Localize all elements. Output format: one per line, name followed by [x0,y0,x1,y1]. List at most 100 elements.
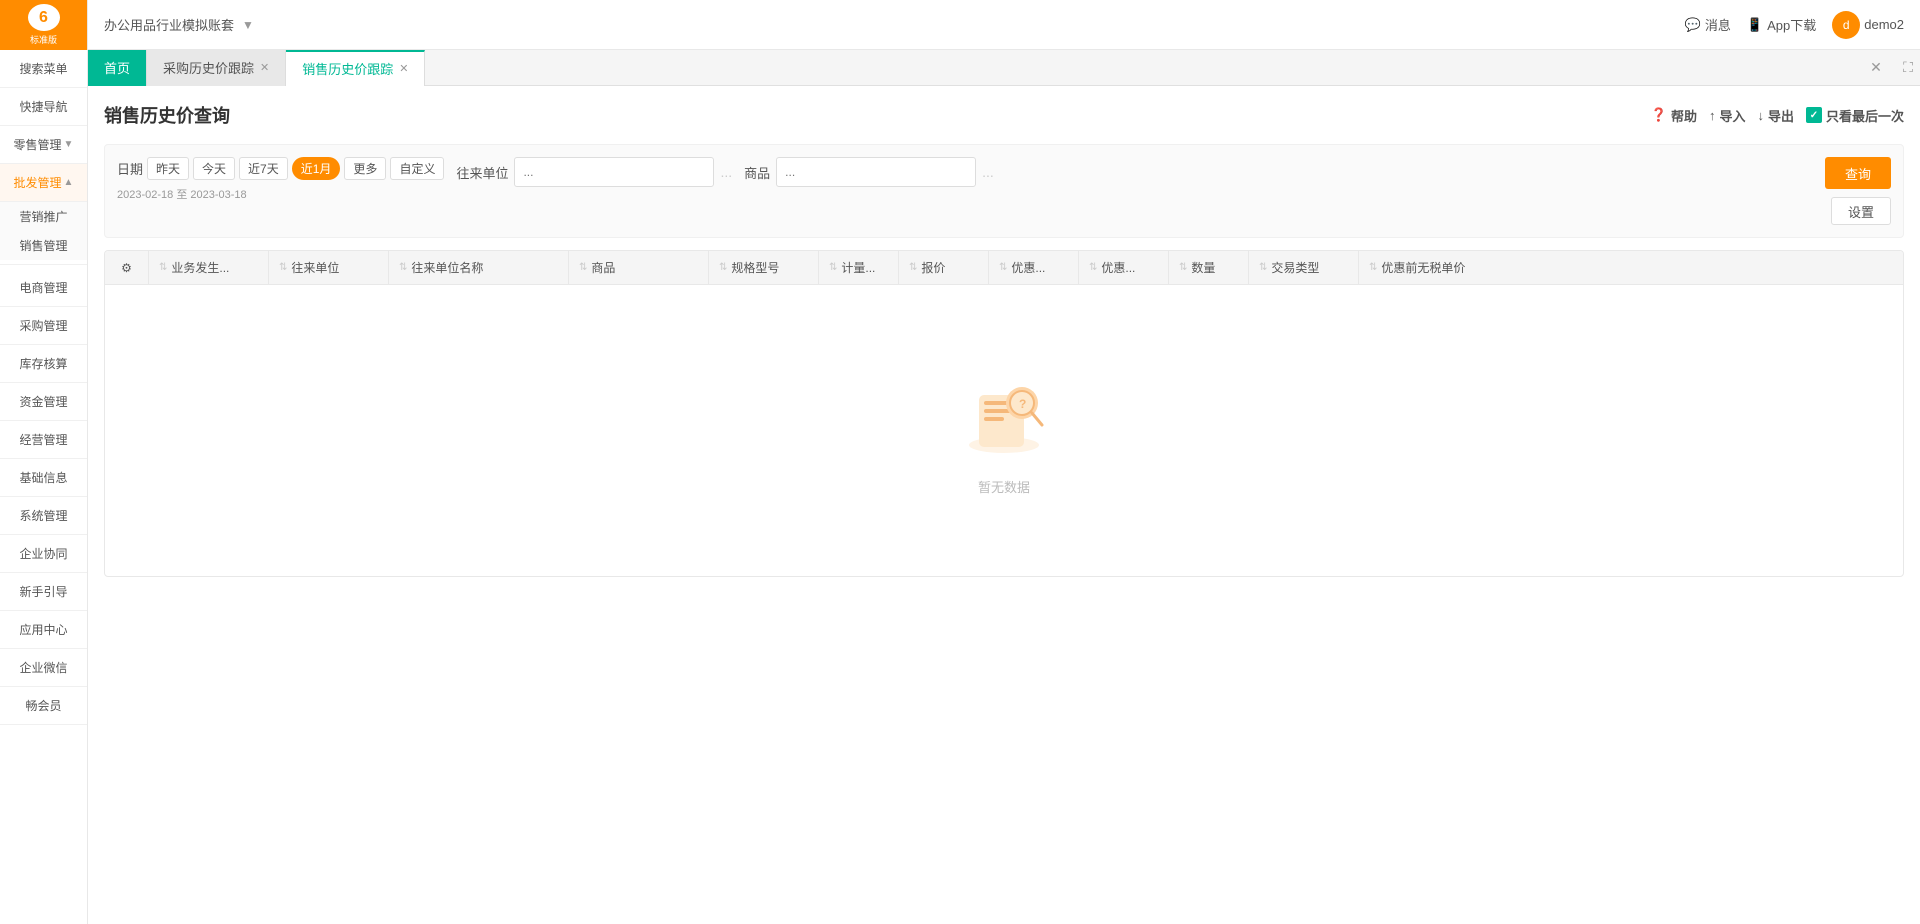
th-price-label: 报价 [921,259,945,276]
tabs-bar: 首页 采购历史价跟踪 ✕ 销售历史价跟踪 ✕ ✕ ⛶ [88,50,1920,86]
date-btn-yesterday[interactable]: 昨天 [147,157,189,180]
sort-icon-2: ⇅ [279,262,287,273]
sidebar-item-sales-mgmt[interactable]: 销售管理 [0,231,87,260]
th-calc-unit[interactable]: ⇅ 计量... [819,251,899,284]
sidebar-item-inventory[interactable]: 库存核算 [0,345,87,383]
sidebar-item-newbie[interactable]: 新手引导 [0,573,87,611]
date-filter-btns: 日期 昨天 今天 近7天 近1月 更多 自定义 [117,157,444,180]
export-icon: ↓ [1757,108,1764,123]
sidebar-item-enterprise[interactable]: 企业协同 [0,535,87,573]
tab-home[interactable]: 首页 [88,50,147,86]
th-spec[interactable]: ⇅ 规格型号 [709,251,819,284]
app-download-button[interactable]: 📱 App下载 [1747,15,1816,34]
th-unit-id[interactable]: ⇅ 往来单位 [269,251,389,284]
logo-icon: 6 [28,4,60,31]
tab-purchase-close-icon[interactable]: ✕ [260,61,269,74]
message-icon: 💬 [1685,17,1701,33]
topbar: 办公用品行业模拟账套 ▼ 💬 消息 📱 App下载 d demo2 [88,0,1920,50]
help-button[interactable]: ❓ 帮助 [1651,106,1697,125]
sidebar-item-member[interactable]: 畅会员 [0,687,87,725]
table-header: ⚙ ⇅ 业务发生... ⇅ 往来单位 ⇅ 往来单位名称 ⇅ 商品 [105,251,1903,285]
date-btn-7days[interactable]: 近7天 [239,157,288,180]
th-discount2[interactable]: ⇅ 优惠... [1079,251,1169,284]
th-trade-type[interactable]: ⇅ 交易类型 [1249,251,1359,284]
sidebar-item-system[interactable]: 系统管理 [0,497,87,535]
sidebar-item-wholesale[interactable]: 批发管理 ▲ [0,164,87,202]
export-button[interactable]: ↓ 导出 [1757,106,1794,125]
export-label: 导出 [1768,106,1794,125]
th-notax-label: 优惠前无税单价 [1381,259,1465,276]
th-qty[interactable]: ⇅ 数量 [1169,251,1249,284]
help-icon: ❓ [1651,107,1667,123]
settings-button[interactable]: 设置 [1831,197,1891,225]
date-btn-1month[interactable]: 近1月 [292,157,341,180]
partner-input[interactable] [514,157,714,187]
only-last-label: 只看最后一次 [1826,106,1904,125]
sidebar-item-basic-info[interactable]: 基础信息 [0,459,87,497]
th-unit-name[interactable]: ⇅ 往来单位名称 [389,251,569,284]
sort-icon-3: ⇅ [399,262,407,273]
sidebar-item-wechat[interactable]: 企业微信 [0,649,87,687]
sidebar-item-ecommerce[interactable]: 电商管理 [0,269,87,307]
sidebar-item-quick-nav[interactable]: 快捷导航 [0,88,87,126]
window-controls: ✕ ⛶ [1864,56,1920,80]
username-label: demo2 [1864,17,1904,32]
chevron-down-icon: ▼ [64,139,74,150]
topbar-dropdown-icon[interactable]: ▼ [242,18,254,32]
logo-text: 标准版 [30,33,57,46]
sidebar-item-operations[interactable]: 经营管理 [0,421,87,459]
th-discount1-label: 优惠... [1011,259,1045,276]
sidebar-item-finance[interactable]: 资金管理 [0,383,87,421]
th-calc-label: 计量... [841,259,875,276]
close-window-button[interactable]: ✕ [1864,56,1888,80]
sort-icon-4: ⇅ [579,262,587,273]
page-content: 销售历史价查询 ❓ 帮助 ↑ 导入 ↓ 导出 ✓ 只看最后一次 [88,86,1920,924]
sort-icon-12: ⇅ [1369,262,1377,273]
goods-input[interactable] [776,157,976,187]
only-last-checkbox[interactable]: ✓ 只看最后一次 [1806,106,1904,125]
partner-more-icon[interactable]: ... [720,164,732,180]
sidebar-item-purchase[interactable]: 采购管理 [0,307,87,345]
sort-icon-7: ⇅ [909,262,917,273]
sort-icon-11: ⇅ [1259,262,1267,273]
th-notax-price[interactable]: ⇅ 优惠前无税单价 [1359,251,1903,284]
sort-icon-10: ⇅ [1179,262,1187,273]
tab-sales-close-icon[interactable]: ✕ [399,62,408,75]
user-profile[interactable]: d demo2 [1832,11,1904,39]
th-price[interactable]: ⇅ 报价 [899,251,989,284]
tab-purchase-history[interactable]: 采购历史价跟踪 ✕ [147,50,286,86]
topbar-title: 办公用品行业模拟账套 [104,15,234,34]
date-btn-more[interactable]: 更多 [344,157,386,180]
th-date[interactable]: ⇅ 业务发生... [149,251,269,284]
chevron-up-icon: ▲ [64,177,74,188]
sidebar-item-marketing[interactable]: 营销推广 [0,202,87,231]
filter-row: 日期 昨天 今天 近7天 近1月 更多 自定义 2023-02-18 至 202… [104,144,1904,238]
th-discount2-label: 优惠... [1101,259,1135,276]
th-trade-label: 交易类型 [1271,259,1319,276]
checkbox-icon: ✓ [1806,107,1822,123]
maximize-window-button[interactable]: ⛶ [1896,56,1920,80]
date-label: 日期 [117,159,143,178]
tab-sales-history[interactable]: 销售历史价跟踪 ✕ [286,50,425,86]
topbar-right: 💬 消息 📱 App下载 d demo2 [1685,11,1904,39]
sidebar: 6 标准版 搜索菜单 快捷导航 零售管理 ▼ 批发管理 ▲ 营销推广 销售管理 … [0,0,88,924]
date-filter-group: 日期 昨天 今天 近7天 近1月 更多 自定义 2023-02-18 至 202… [117,157,444,202]
th-settings[interactable]: ⚙ [105,251,149,284]
date-btn-today[interactable]: 今天 [193,157,235,180]
sort-icon-6: ⇅ [829,262,837,273]
empty-text: 暂无数据 [978,477,1030,496]
th-goods[interactable]: ⇅ 商品 [569,251,709,284]
sidebar-item-search[interactable]: 搜索菜单 [0,50,87,88]
th-qty-label: 数量 [1191,259,1215,276]
date-btn-custom[interactable]: 自定义 [390,157,444,180]
th-discount1[interactable]: ⇅ 优惠... [989,251,1079,284]
import-button[interactable]: ↑ 导入 [1709,106,1746,125]
page-title-actions: ❓ 帮助 ↑ 导入 ↓ 导出 ✓ 只看最后一次 [1651,106,1904,125]
sidebar-item-apps[interactable]: 应用中心 [0,611,87,649]
sidebar-item-retail[interactable]: 零售管理 ▼ [0,126,87,164]
query-button[interactable]: 查询 [1825,157,1891,189]
goods-more-icon[interactable]: ... [982,164,994,180]
tab-home-label: 首页 [104,58,130,77]
message-button[interactable]: 💬 消息 [1685,15,1731,34]
sort-icon: ⇅ [159,262,167,273]
